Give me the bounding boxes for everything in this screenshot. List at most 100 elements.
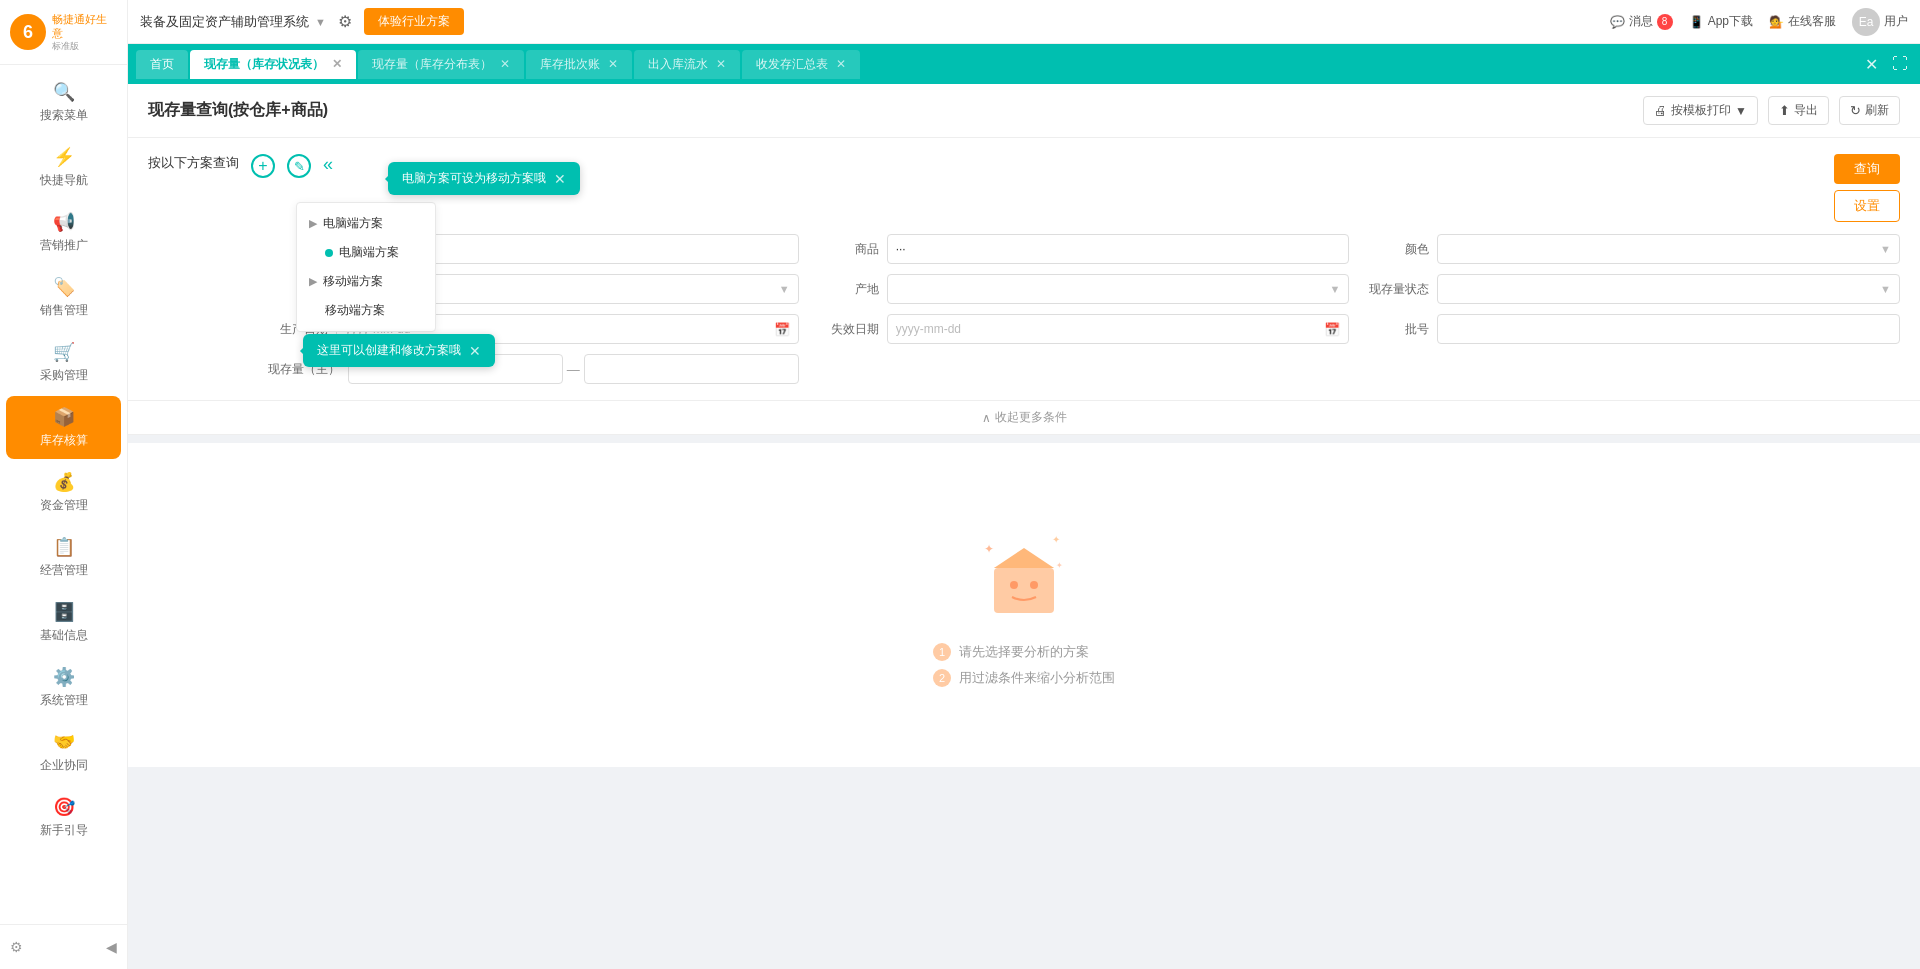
color-select-arrow: ▼ xyxy=(1880,243,1891,255)
sidebar-item-quick-nav[interactable]: ⚡ 快捷导航 xyxy=(6,136,121,199)
stock-status-label: 现存量状态 xyxy=(1369,281,1429,298)
tab-close-all-btn[interactable]: ✕ xyxy=(1861,53,1882,76)
sidebar-item-finance[interactable]: 💰 资金管理 xyxy=(6,461,121,524)
collapse-btn[interactable]: ∧ 收起更多条件 xyxy=(982,409,1067,426)
scheme-mobile-label: 移动端方案 xyxy=(323,273,383,290)
tab-fullscreen-btn[interactable]: ⛶ xyxy=(1888,53,1912,76)
logo-text: 畅捷通好生意 标准版 xyxy=(52,12,117,52)
svg-rect-0 xyxy=(994,568,1054,613)
sidebar-item-enterprise[interactable]: 🤝 企业协同 xyxy=(6,721,121,784)
online-support-btn[interactable]: 💁 在线客服 xyxy=(1769,13,1836,30)
svg-text:✦: ✦ xyxy=(1056,561,1063,570)
stock-status-select-arrow: ▼ xyxy=(1880,283,1891,295)
sidebar-collapse-btn[interactable]: ◀ xyxy=(102,935,121,959)
sidebar-item-sales[interactable]: 🏷️ 销售管理 xyxy=(6,266,121,329)
app-download-icon: 📱 xyxy=(1689,15,1704,29)
sidebar-settings-btn[interactable]: ⚙ xyxy=(6,935,27,959)
inventory-icon: 📦 xyxy=(53,406,75,428)
scheme-desktop-arrow: ▶ xyxy=(309,217,317,230)
origin-field: 产地 ▼ xyxy=(819,274,1350,304)
sidebar-bottom: ⚙ ◀ xyxy=(0,924,127,969)
industry-btn[interactable]: 体验行业方案 xyxy=(364,8,464,35)
tooltip-desktop-close[interactable]: ✕ xyxy=(554,171,566,187)
scheme-mobile-item[interactable]: 移动端方案 xyxy=(297,296,435,325)
stock-status-select[interactable]: ▼ xyxy=(1437,274,1900,304)
sidebar-item-guide[interactable]: 🎯 新手引导 xyxy=(6,786,121,849)
header-gear-icon[interactable]: ⚙ xyxy=(338,12,352,31)
online-support-icon: 💁 xyxy=(1769,15,1784,29)
search-btn[interactable]: 查询 xyxy=(1834,154,1900,184)
color-select[interactable]: ▼ xyxy=(1437,234,1900,264)
system-select-arrow[interactable]: ▼ xyxy=(315,16,326,28)
tab-close-in-out-flow[interactable]: ✕ xyxy=(716,57,726,71)
sidebar: 6 畅捷通好生意 标准版 🔍 搜索菜单 ⚡ 快捷导航 📢 营销推广 🏷️ 销售管… xyxy=(0,0,128,969)
origin-select-arrow: ▼ xyxy=(1329,283,1340,295)
collapse-up-arrow: ∧ xyxy=(982,411,991,425)
export-btn[interactable]: ⬆ 导出 xyxy=(1768,96,1829,125)
tab-close-recv-summary[interactable]: ✕ xyxy=(836,57,846,71)
filter-fields-row3: 生产日期 yyyy-mm-dd 📅 失效日期 yyyy-mm-dd 📅 批号 xyxy=(268,314,1900,344)
svg-point-5 xyxy=(1030,581,1038,589)
tab-home[interactable]: 首页 xyxy=(136,50,188,79)
tab-close-inventory-status[interactable]: ✕ xyxy=(332,57,342,71)
sidebar-item-operations[interactable]: 📋 经营管理 xyxy=(6,526,121,589)
sidebar-item-search-menu[interactable]: 🔍 搜索菜单 xyxy=(6,71,121,134)
expiry-date-icon: 📅 xyxy=(1324,322,1340,337)
app-download-btn[interactable]: 📱 App下载 xyxy=(1689,13,1753,30)
set-btn[interactable]: 设置 xyxy=(1834,190,1900,222)
expiry-date-input[interactable]: yyyy-mm-dd 📅 xyxy=(887,314,1350,344)
sidebar-item-system[interactable]: ⚙️ 系统管理 xyxy=(6,656,121,719)
scheme-mobile-group[interactable]: ▶ 移动端方案 xyxy=(297,267,435,296)
edit-scheme-btn[interactable]: ✎ xyxy=(287,154,311,178)
filter-scheme-row: 按以下方案查询 + ✎ « 电脑方案可设为移动方案哦 ✕ ▶ 电脑端方案 电脑端… xyxy=(148,154,1900,222)
tooltip-desktop-text: 电脑方案可设为移动方案哦 xyxy=(402,170,546,187)
print-btn[interactable]: 🖨 按模板打印 ▼ xyxy=(1643,96,1758,125)
sidebar-item-label: 基础信息 xyxy=(40,627,88,644)
refresh-icon: ↻ xyxy=(1850,103,1861,118)
message-btn[interactable]: 💬 消息 8 xyxy=(1610,13,1673,30)
tab-close-batch-ledger[interactable]: ✕ xyxy=(608,57,618,71)
stock-qty-max[interactable] xyxy=(584,354,799,384)
production-date-icon: 📅 xyxy=(774,322,790,337)
finance-icon: 💰 xyxy=(53,471,75,493)
sidebar-item-label: 快捷导航 xyxy=(40,172,88,189)
export-icon: ⬆ xyxy=(1779,103,1790,118)
system-name: 装备及固定资产辅助管理系统 ▼ xyxy=(140,13,326,31)
tab-inventory-status[interactable]: 现存量（库存状况表） ✕ xyxy=(190,50,356,79)
tooltip-scheme-close[interactable]: ✕ xyxy=(469,343,481,359)
batch-no-input[interactable] xyxy=(1437,314,1900,344)
sidebar-item-label: 企业协同 xyxy=(40,757,88,774)
sidebar-item-inventory[interactable]: 📦 库存核算 xyxy=(6,396,121,459)
expiry-date-placeholder: yyyy-mm-dd xyxy=(896,322,961,336)
filter-fields-row4: 现存量（主） — xyxy=(268,354,1900,384)
message-label: 消息 xyxy=(1629,13,1653,30)
right-action-btns: 查询 设置 xyxy=(1834,154,1900,222)
sidebar-item-purchase[interactable]: 🛒 采购管理 xyxy=(6,331,121,394)
logo-badge: 标准版 xyxy=(52,41,117,53)
tab-bar: 首页 现存量（库存状况表） ✕ 现存量（库存分布表） ✕ 库存批次账 ✕ 出入库… xyxy=(128,44,1920,84)
refresh-label: 刷新 xyxy=(1865,102,1889,119)
scheme-desktop-group[interactable]: ▶ 电脑端方案 xyxy=(297,209,435,238)
goods-label: 商品 xyxy=(819,241,879,258)
filter-fields-row1: 仓库 ··· 商品 ··· 颜色 ▼ xyxy=(268,234,1900,264)
tab-batch-ledger[interactable]: 库存批次账 ✕ xyxy=(526,50,632,79)
origin-select[interactable]: ▼ xyxy=(887,274,1350,304)
tab-recv-summary[interactable]: 收发存汇总表 ✕ xyxy=(742,50,860,79)
export-label: 导出 xyxy=(1794,102,1818,119)
scheme-desktop-item[interactable]: 电脑端方案 xyxy=(297,238,435,267)
tab-close-inventory-dist[interactable]: ✕ xyxy=(500,57,510,71)
guide-icon: 🎯 xyxy=(53,796,75,818)
goods-input[interactable]: ··· xyxy=(887,234,1350,264)
logo-icon: 6 xyxy=(10,14,46,50)
user-btn[interactable]: Ea 用户 xyxy=(1852,8,1908,36)
logo-area: 6 畅捷通好生意 标准版 xyxy=(0,0,127,65)
tab-in-out-flow[interactable]: 出入库流水 ✕ xyxy=(634,50,740,79)
refresh-btn[interactable]: ↻ 刷新 xyxy=(1839,96,1900,125)
tab-inventory-dist[interactable]: 现存量（库存分布表） ✕ xyxy=(358,50,524,79)
quick-nav-icon: ⚡ xyxy=(53,146,75,168)
add-scheme-btn[interactable]: + xyxy=(251,154,275,178)
svg-text:✦: ✦ xyxy=(984,542,994,556)
sidebar-item-basic-info[interactable]: 🗄️ 基础信息 xyxy=(6,591,121,654)
sidebar-item-marketing[interactable]: 📢 营销推广 xyxy=(6,201,121,264)
back-btn[interactable]: « xyxy=(323,154,333,175)
